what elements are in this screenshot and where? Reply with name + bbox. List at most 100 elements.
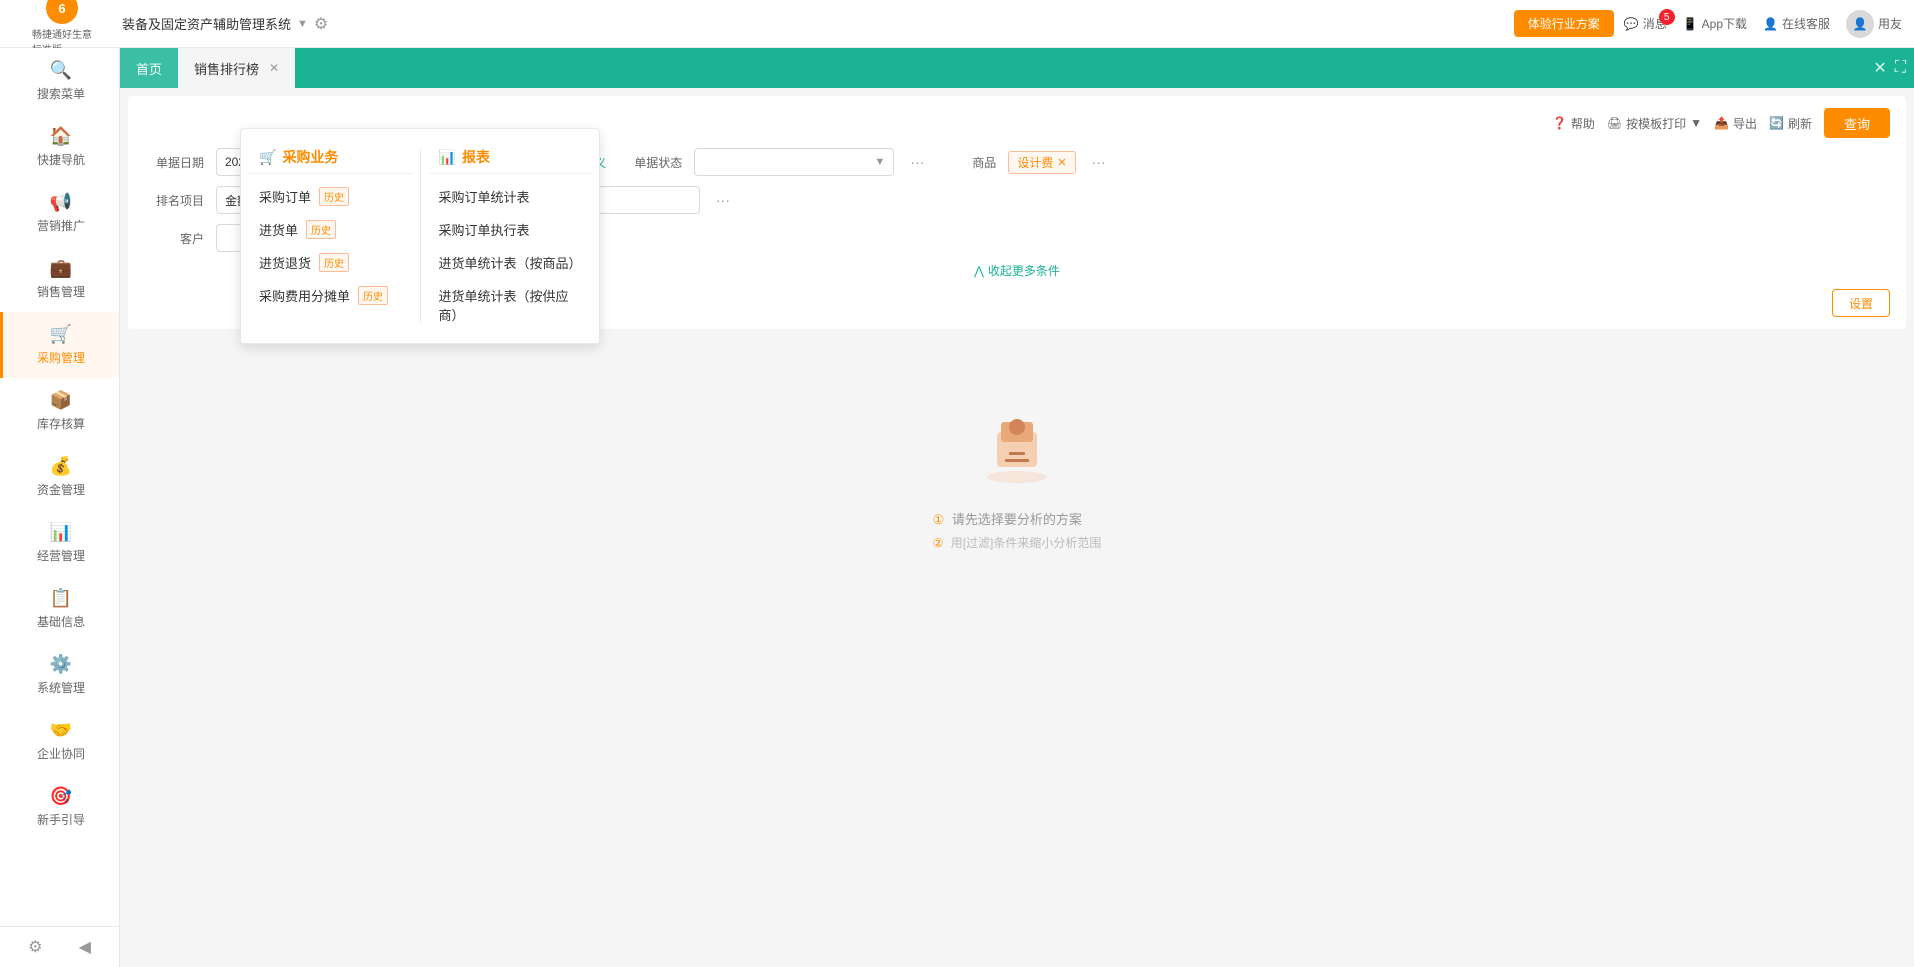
top-right-actions: 💬 消息 5 📱 App下载 👤 在线客服 👤 用友 [1624,10,1902,38]
menu-item-stock-stats-supplier[interactable]: 进货单统计表（按供应商） [429,279,592,331]
tab-home[interactable]: 首页 [120,48,178,88]
sidebar-item-guide[interactable]: 🎯 新手引导 [0,774,119,840]
menu-item-purchase-order[interactable]: 采购订单 历史 [249,180,412,213]
tab-sales-rank[interactable]: 销售排行榜 ✕ [178,48,295,88]
sidebar-item-sales[interactable]: 💼 销售管理 [0,246,119,312]
logo-icon: 6 [46,0,78,24]
setting-button[interactable]: 设置 [1832,289,1890,317]
sidebar-item-search[interactable]: 🔍 搜索菜单 [0,48,119,114]
mobile-icon: 📱 [1683,17,1698,31]
sidebar-item-purchase[interactable]: 🛒 采购管理 [0,312,119,378]
sidebar-label-marketing: 营销推广 [37,217,85,234]
print-icon: 🖨 [1607,116,1622,130]
status-arrow: ▼ [874,156,885,168]
empty-hints: ① 请先选择要分析的方案 ② 用[过滤]条件来缩小分析范围 [933,509,1102,551]
salesman-more[interactable]: ··· [716,192,730,208]
sidebar-item-system[interactable]: ⚙️ 系统管理 [0,642,119,708]
menu-item-stock-stats-goods[interactable]: 进货单统计表（按商品） [429,246,592,279]
basic-info-icon: 📋 [50,588,72,609]
help-icon: ❓ [1552,116,1567,130]
sidebar-label-guide: 新手引导 [37,811,85,828]
empty-icon [967,397,1067,497]
sidebar-label-enterprise: 企业协同 [37,745,85,762]
marketing-icon: 📢 [50,192,72,213]
guide-icon: 🎯 [50,786,72,807]
print-btn[interactable]: 🖨 按模板打印 ▼ [1607,115,1702,132]
search-icon: 🔍 [50,60,72,81]
customer-label: 客户 [144,230,204,247]
sidebar-item-quick-nav[interactable]: 🏠 快捷导航 [0,114,119,180]
settings-icon[interactable]: ⚙ [314,14,328,34]
tab-expand-icon[interactable]: ⛶ [1895,59,1906,77]
refresh-btn[interactable]: 🔄 刷新 [1769,115,1812,132]
tab-bar: 首页 销售排行榜 ✕ ✕ ⛶ [120,48,1914,88]
help-btn[interactable]: ❓ 帮助 [1552,115,1595,132]
menu-item-stock-return[interactable]: 进货退货 历史 [249,246,412,279]
goods-tag-close[interactable]: ✕ [1057,156,1066,169]
goods-label: 商品 [936,154,996,171]
report-menu-icon: 📊 [439,149,456,166]
inventory-icon: 📦 [50,390,72,411]
menu-item-purchase-expense[interactable]: 采购费用分摊单 历史 [249,279,412,312]
user-menu[interactable]: 👤 用友 [1846,10,1902,38]
sidebar-label-operations: 经营管理 [37,547,85,564]
date-label: 单据日期 [144,154,204,171]
status-select[interactable]: ▼ [694,148,894,176]
menu-item-po-exec[interactable]: 采购订单执行表 [429,213,592,246]
operations-icon: 📊 [50,522,72,543]
sidebar-item-operations[interactable]: 📊 经营管理 [0,510,119,576]
history-badge-0: 历史 [319,187,349,206]
app-download-button[interactable]: 📱 App下载 [1683,15,1747,32]
sidebar-label-inventory: 库存核算 [37,415,85,432]
system-icon: ⚙️ [50,654,72,675]
sidebar-label-sales: 销售管理 [37,283,85,300]
sidebar-label-basic-info: 基础信息 [37,613,85,630]
history-badge-1: 历史 [306,220,336,239]
sidebar-bottom: ⚙ ◀ [0,926,119,967]
sidebar-item-enterprise[interactable]: 🤝 企业协同 [0,708,119,774]
empty-state: ① 请先选择要分析的方案 ② 用[过滤]条件来缩小分析范围 [120,337,1914,611]
sidebar-item-basic-info[interactable]: 📋 基础信息 [0,576,119,642]
empty-hint-2: ② 用[过滤]条件来缩小分析范围 [933,534,1102,551]
main-layout: 🔍 搜索菜单 🏠 快捷导航 📢 营销推广 💼 销售管理 🛒 采购管理 📦 库存核… [0,48,1914,967]
refresh-icon: 🔄 [1769,116,1784,130]
history-badge-2: 历史 [319,253,349,272]
sidebar-label-finance: 资金管理 [37,481,85,498]
report-menu-title: 📊 报表 [429,141,592,174]
online-service-button[interactable]: 👤 在线客服 [1763,15,1830,32]
svg-text:6: 6 [58,1,65,16]
sidebar-item-inventory[interactable]: 📦 库存核算 [0,378,119,444]
goods-tag: 设计费 ✕ [1008,151,1075,174]
export-icon: 📤 [1714,116,1729,130]
finance-icon: 💰 [50,456,72,477]
history-badge-3: 历史 [358,286,388,305]
goods-more[interactable]: ··· [1092,154,1106,170]
settings-bottom-icon[interactable]: ⚙ [28,937,42,957]
status-label: 单据状态 [622,154,682,171]
report-menu-column: 📊 报表 采购订单统计表 采购订单执行表 进货单统计表（按商品） 进货单统计表（… [421,141,600,331]
tab-close-sales-rank[interactable]: ✕ [269,61,279,75]
print-dropdown-arrow[interactable]: ▼ [1690,116,1702,130]
system-name: 装备及固定资产辅助管理系统 ▼ ⚙ [122,14,1504,34]
tab-close-icon[interactable]: ✕ [1873,58,1886,78]
messages-button[interactable]: 💬 消息 5 [1624,15,1667,32]
menu-item-stock-in[interactable]: 进货单 历史 [249,213,412,246]
empty-hint-1: ① 请先选择要分析的方案 [933,509,1102,528]
query-button[interactable]: 查询 [1824,108,1890,138]
sidebar-label-purchase: 采购管理 [37,349,85,366]
purchase-menu-title: 🛒 采购业务 [249,141,412,174]
menu-item-po-stats[interactable]: 采购订单统计表 [429,180,592,213]
trial-button[interactable]: 体验行业方案 [1514,10,1614,37]
collapse-sidebar-icon[interactable]: ◀ [79,937,91,957]
content-area: 首页 销售排行榜 ✕ ✕ ⛶ ❓ 帮助 🖨 [120,48,1914,967]
sidebar-item-marketing[interactable]: 📢 营销推广 [0,180,119,246]
system-dropdown-arrow[interactable]: ▼ [297,18,308,30]
status-more[interactable]: ··· [910,154,924,170]
purchase-menu-column: 🛒 采购业务 采购订单 历史 进货单 历史 进货退货 历史 采购费用分摊单 [241,141,420,331]
purchase-icon: 🛒 [50,324,72,345]
rank-label: 排名项目 [144,192,204,209]
message-badge: 5 [1659,9,1675,25]
export-btn[interactable]: 📤 导出 [1714,115,1757,132]
sidebar-item-finance[interactable]: 💰 资金管理 [0,444,119,510]
enterprise-icon: 🤝 [50,720,72,741]
